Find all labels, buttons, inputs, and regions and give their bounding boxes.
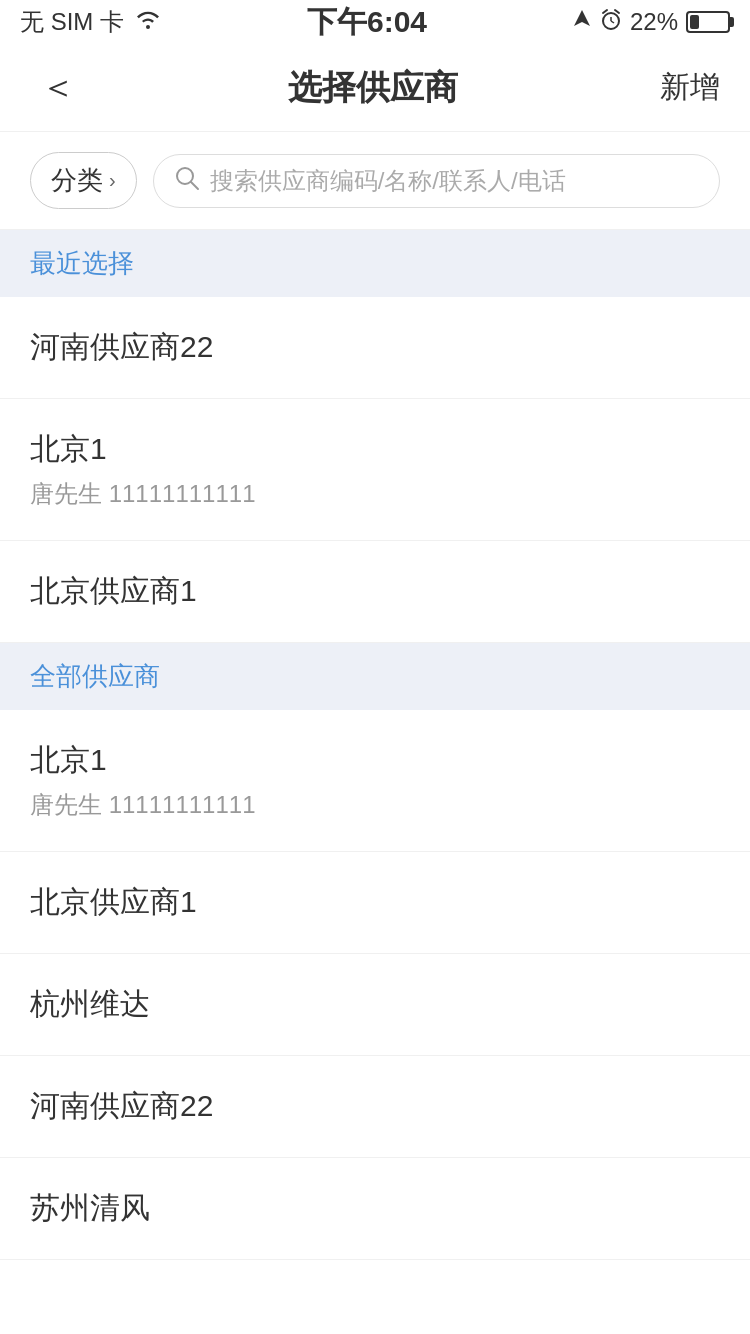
item-name: 北京供应商1 — [30, 882, 720, 923]
carrier-label: 无 SIM 卡 — [20, 6, 124, 38]
list-item[interactable]: 河南供应商22 — [0, 297, 750, 399]
item-contact: 唐先生 11111111111 — [30, 478, 720, 510]
category-label: 分类 — [51, 163, 103, 198]
status-right: 22% — [572, 8, 730, 36]
search-input[interactable] — [210, 167, 699, 195]
recent-list: 河南供应商22 北京1 唐先生 11111111111 北京供应商1 — [0, 297, 750, 643]
list-item[interactable]: 北京1 唐先生 11111111111 — [0, 399, 750, 541]
battery-percent: 22% — [630, 8, 678, 36]
item-name: 北京1 — [30, 740, 720, 781]
location-icon — [572, 8, 592, 36]
list-item[interactable]: 北京1 唐先生 11111111111 — [0, 710, 750, 852]
svg-line-4 — [191, 182, 198, 189]
item-name: 北京供应商1 — [30, 571, 720, 612]
item-name: 苏州清风 — [30, 1188, 720, 1229]
all-list: 北京1 唐先生 11111111111 北京供应商1 杭州维达河南供应商22 苏州清风 — [0, 710, 750, 1260]
item-name: 杭州维达 — [30, 984, 720, 1025]
category-button[interactable]: 分类 › — [30, 152, 137, 209]
list-item[interactable]: 北京供应商1 — [0, 852, 750, 954]
search-box — [153, 154, 720, 208]
status-left: 无 SIM 卡 — [20, 6, 162, 38]
filter-bar: 分类 › — [0, 132, 750, 230]
list-item[interactable]: 北京供应商1 — [0, 541, 750, 643]
battery-icon — [686, 11, 730, 33]
back-button[interactable]: ＜ — [30, 53, 86, 122]
item-name: 河南供应商22 — [30, 1086, 720, 1127]
nav-bar: ＜ 选择供应商 新增 — [0, 44, 750, 132]
search-icon — [174, 165, 200, 197]
status-bar: 无 SIM 卡 下午6:04 22% — [0, 0, 750, 44]
item-contact: 唐先生 11111111111 — [30, 789, 720, 821]
list-item[interactable]: 杭州维达 — [0, 954, 750, 1056]
list-item[interactable]: 河南供应商22 — [0, 1056, 750, 1158]
wifi-icon — [134, 8, 162, 36]
all-section-header: 全部供应商 — [0, 643, 750, 710]
svg-line-2 — [611, 21, 614, 23]
list-item[interactable]: 苏州清风 — [0, 1158, 750, 1260]
item-name: 北京1 — [30, 429, 720, 470]
chevron-right-icon: › — [109, 169, 116, 192]
status-time: 下午6:04 — [307, 2, 427, 43]
item-name: 河南供应商22 — [30, 327, 720, 368]
add-button[interactable]: 新增 — [660, 67, 720, 108]
page-title: 选择供应商 — [288, 65, 458, 111]
alarm-icon — [600, 8, 622, 36]
recent-section-header: 最近选择 — [0, 230, 750, 297]
